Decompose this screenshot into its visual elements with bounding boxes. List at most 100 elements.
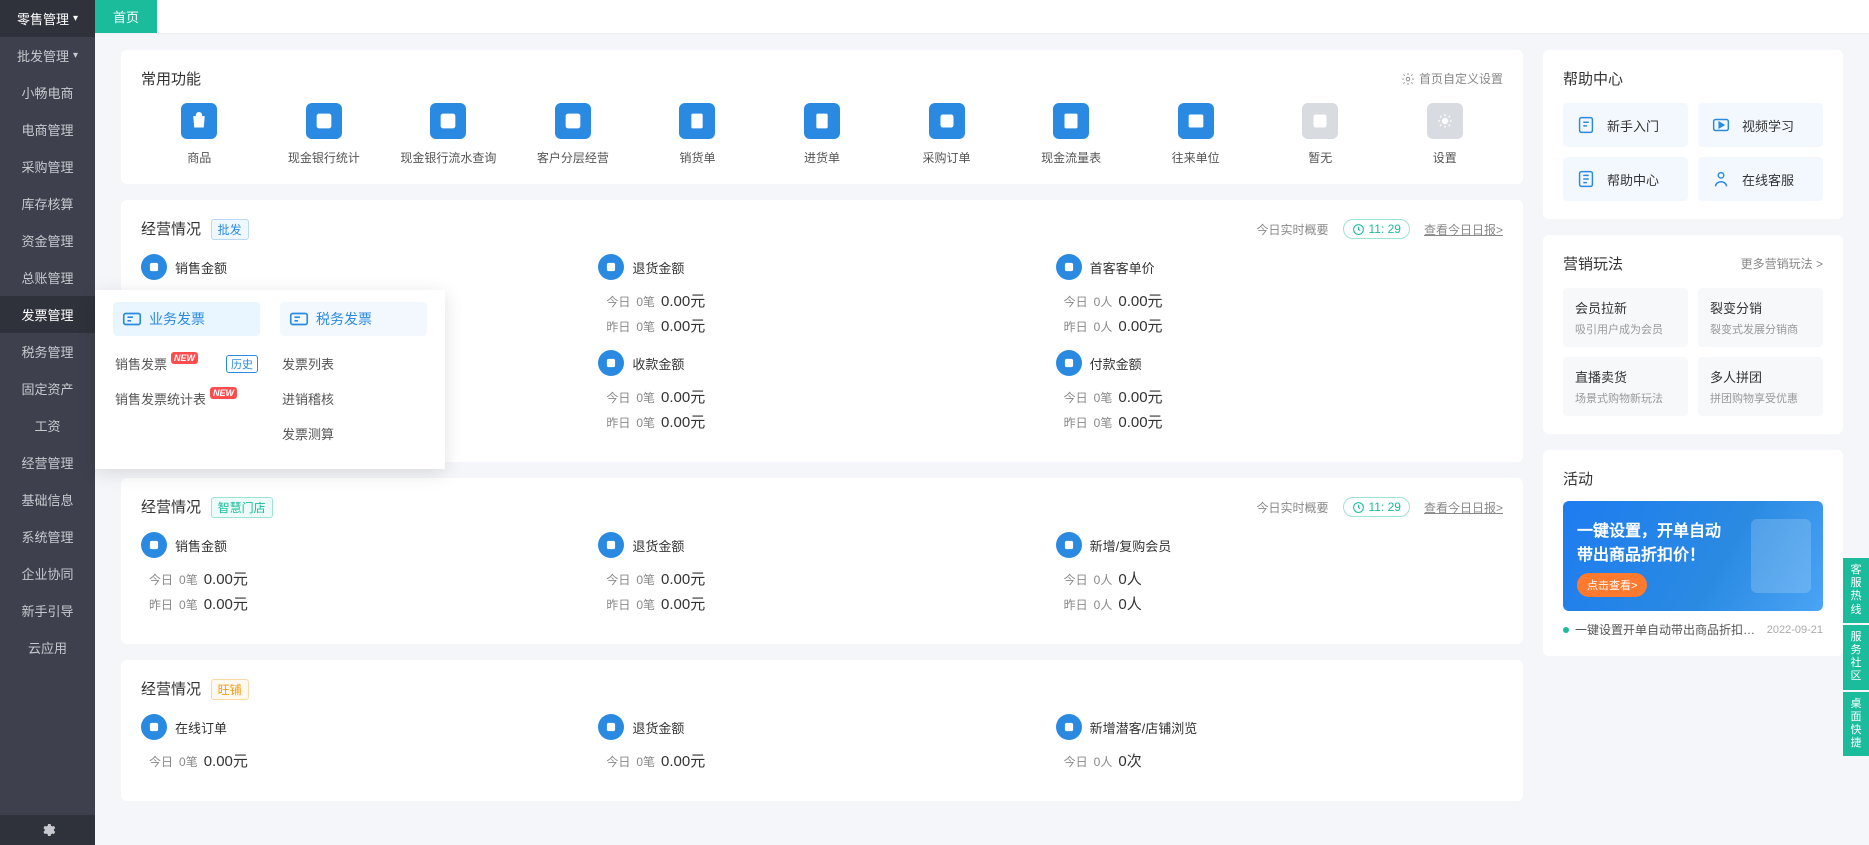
marketing-item-3[interactable]: 多人拼团拼团购物享受优惠 <box>1698 357 1823 416</box>
help-item-0[interactable]: 新手入门 <box>1563 103 1688 147</box>
sidebar-item-ecommerce[interactable]: 电商管理 <box>0 111 95 148</box>
quick-label: 销货单 <box>679 149 715 166</box>
sidebar-item-wholesale[interactable]: 批发管理▾ <box>0 37 95 74</box>
tab-home[interactable]: 首页 <box>95 0 157 33</box>
topbar: 首页 <box>95 0 1869 34</box>
sidebar-item-operation[interactable]: 经营管理 <box>0 444 95 481</box>
daily-report-link[interactable]: 查看今日日报> <box>1424 221 1503 238</box>
help-icon <box>1575 168 1597 190</box>
metric-block: 退货金额今日0笔0.00元 <box>598 714 1045 775</box>
quick-title: 常用功能 <box>141 68 201 89</box>
quick-item-cash-flow[interactable]: 现金银行流水查询 <box>390 103 507 166</box>
gear-icon <box>40 822 56 838</box>
yesterday-label: 昨日 <box>149 596 173 613</box>
flyout-head-label: 业务发票 <box>149 309 205 329</box>
flyout-link-calc[interactable]: 发票测算 <box>280 416 427 451</box>
sidebar-item-ecsmall[interactable]: 小畅电商 <box>0 74 95 111</box>
quick-item-settings[interactable]: 设置 <box>1386 103 1503 166</box>
quick-item-purchase-order[interactable]: 进货单 <box>764 103 881 166</box>
sidebar-item-purchase[interactable]: 采购管理 <box>0 148 95 185</box>
sidebar-item-assets[interactable]: 固定资产 <box>0 370 95 407</box>
flyout-head-business[interactable]: 业务发票 <box>113 302 260 336</box>
biz-title: 经营情况 <box>141 221 201 238</box>
yesterday-label: 昨日 <box>606 318 630 335</box>
time-text: 11: 29 <box>1369 222 1401 236</box>
yesterday-value: 0.00元 <box>1118 315 1162 336</box>
sidebar-item-ledger[interactable]: 总账管理 <box>0 259 95 296</box>
yesterday-value: 0.00元 <box>661 315 705 336</box>
banner-cta-button[interactable]: 点击查看> <box>1577 573 1647 597</box>
flyout-head-tax[interactable]: 税务发票 <box>280 302 427 336</box>
metric-icon <box>141 532 167 558</box>
time-text: 11: 29 <box>1369 500 1401 514</box>
flyout-link-sales-invoice-stat[interactable]: 销售发票统计表 NEW <box>113 381 260 416</box>
marketing-card: 营销玩法 更多营销玩法 > 会员拉新吸引用户成为会员裂变分销裂变式发展分销商直播… <box>1543 235 1843 434</box>
home-custom-settings[interactable]: 首页自定义设置 <box>1401 70 1503 87</box>
quick-item-po[interactable]: 采购订单 <box>888 103 1005 166</box>
cashflow-report-icon <box>1053 103 1089 139</box>
quick-item-cash-stat[interactable]: 现金银行统计 <box>266 103 383 166</box>
mk-title: 裂变分销 <box>1710 298 1811 317</box>
daily-report-link[interactable]: 查看今日日报> <box>1424 499 1503 516</box>
sidebar-item-tax[interactable]: 税务管理 <box>0 333 95 370</box>
yesterday-count: 0人 <box>1094 596 1113 613</box>
help-item-2[interactable]: 帮助中心 <box>1563 157 1688 201</box>
float-desktop[interactable]: 桌面快捷 <box>1843 692 1869 757</box>
yesterday-count: 0人 <box>1094 318 1113 335</box>
marketing-title: 营销玩法 <box>1563 253 1623 274</box>
float-hotline[interactable]: 客服热线 <box>1843 558 1869 623</box>
yesterday-count: 0笔 <box>636 318 655 335</box>
today-label: 今日 <box>606 293 630 310</box>
sidebar-item-cloud[interactable]: 云应用 <box>0 629 95 666</box>
sidebar-item-salary[interactable]: 工资 <box>0 407 95 444</box>
quick-item-goods[interactable]: 商品 <box>141 103 258 166</box>
marketing-item-0[interactable]: 会员拉新吸引用户成为会员 <box>1563 288 1688 347</box>
sidebar-item-invoice[interactable]: 发票管理 <box>0 296 95 333</box>
quick-label: 现金流量表 <box>1041 149 1101 166</box>
quick-item-partner[interactable]: 往来单位 <box>1137 103 1254 166</box>
biz-tag-wholesale: 批发 <box>211 219 249 240</box>
quick-item-customer[interactable]: 客户分层经营 <box>515 103 632 166</box>
sidebar-item-system[interactable]: 系统管理 <box>0 518 95 555</box>
activity-list-item[interactable]: 一键设置开单自动带出商品折扣价！ 2022-09-21 <box>1563 621 1823 638</box>
flyout-link-sales-invoice[interactable]: 销售发票 NEW 历史 <box>113 346 260 381</box>
quick-item-empty[interactable]: 暂无 <box>1262 103 1379 166</box>
sidebar-settings-button[interactable] <box>0 815 95 845</box>
marketing-item-2[interactable]: 直播卖货场景式购物新玩法 <box>1563 357 1688 416</box>
today-label: 今日 <box>1064 571 1088 588</box>
quick-item-sales-order[interactable]: 销货单 <box>639 103 756 166</box>
flyout-link-audit[interactable]: 进销稽核 <box>280 381 427 416</box>
metric-title: 退货金额 <box>632 718 684 737</box>
metric-icon <box>141 714 167 740</box>
metric-block: 在线订单今日0笔0.00元 <box>141 714 588 775</box>
chevron-down-icon: ▾ <box>73 50 78 61</box>
metric-icon <box>141 254 167 280</box>
activity-title: 活动 <box>1563 468 1823 489</box>
today-value: 0.00元 <box>204 750 248 771</box>
history-button[interactable]: 历史 <box>226 355 258 373</box>
activity-card: 活动 一键设置，开单自动 带出商品折扣价！ 点击查看> 一键设置开单自动带出商品… <box>1543 450 1843 656</box>
quick-label: 进货单 <box>804 149 840 166</box>
marketing-item-1[interactable]: 裂变分销裂变式发展分销商 <box>1698 288 1823 347</box>
sidebar-item-funds[interactable]: 资金管理 <box>0 222 95 259</box>
help-item-3[interactable]: 在线客服 <box>1698 157 1823 201</box>
flyout-link-invoice-list[interactable]: 发票列表 <box>280 346 427 381</box>
metric-block: 退货金额今日0笔0.00元昨日0笔0.00元 <box>598 532 1045 618</box>
sidebar-item-guide[interactable]: 新手引导 <box>0 592 95 629</box>
sidebar-item-collab[interactable]: 企业协同 <box>0 555 95 592</box>
help-item-1[interactable]: 视频学习 <box>1698 103 1823 147</box>
more-marketing-link[interactable]: 更多营销玩法 > <box>1741 255 1823 272</box>
sidebar-item-retail[interactable]: 零售管理▾ <box>0 0 95 37</box>
flyout-link-label: 销售发票 <box>115 354 167 373</box>
today-value: 0.00元 <box>1118 386 1162 407</box>
sidebar-item-basic[interactable]: 基础信息 <box>0 481 95 518</box>
float-community[interactable]: 服务社区 <box>1843 625 1869 690</box>
metric-block: 新增/复购会员今日0人0人昨日0人0人 <box>1056 532 1503 618</box>
sidebar-label: 零售管理 <box>17 9 69 28</box>
flyout-link-label: 销售发票统计表 <box>115 389 206 408</box>
sidebar-item-inventory[interactable]: 库存核算 <box>0 185 95 222</box>
activity-banner[interactable]: 一键设置，开单自动 带出商品折扣价！ 点击查看> <box>1563 501 1823 611</box>
cash-stat-icon <box>306 103 342 139</box>
mk-subtitle: 吸引用户成为会员 <box>1575 321 1676 337</box>
quick-item-cashflow-report[interactable]: 现金流量表 <box>1013 103 1130 166</box>
